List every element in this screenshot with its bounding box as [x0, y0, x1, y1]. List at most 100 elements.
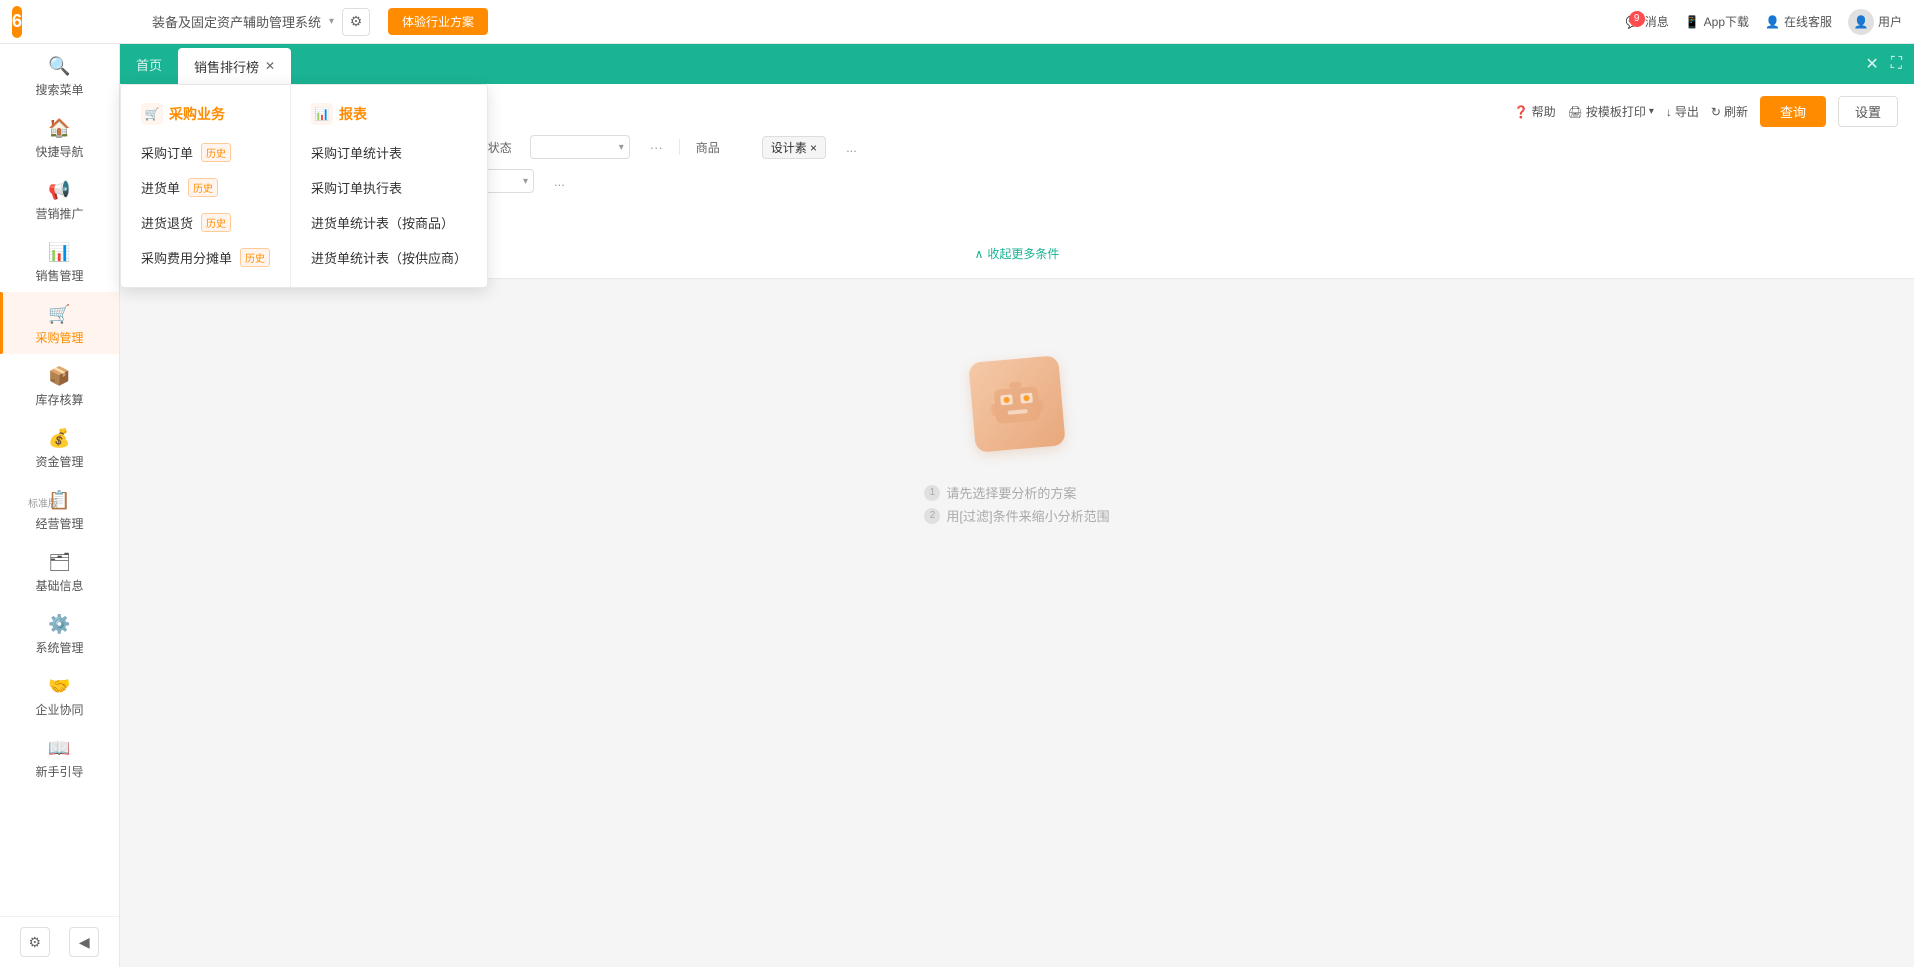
online-service-label: 在线客服: [1784, 13, 1832, 30]
dropdown-report-col: 📊 报表 采购订单统计表 采购订单执行表 进货单统计表（按商品） 进货单统计表（…: [291, 85, 487, 287]
print-btn[interactable]: 🖨 按模板打印 ▾: [1568, 103, 1654, 120]
refresh-icon: ↻: [1711, 105, 1721, 119]
system-name: 装备及固定资产辅助管理系统 ▾ ⚙ 体验行业方案: [132, 8, 1626, 36]
dropdown-arrow-icon[interactable]: ▾: [329, 16, 334, 27]
dropdown-report-title: 📊 报表: [291, 97, 487, 135]
app-download-label: App下载: [1704, 13, 1749, 30]
dropdown-item-incoming-stats-supplier[interactable]: 进货单统计表（按供应商）: [291, 240, 487, 275]
help-btn[interactable]: ❓ 帮助: [1514, 103, 1556, 120]
order-stats-label: 采购订单统计表: [311, 143, 402, 162]
system-icon: ⚙️: [48, 614, 70, 635]
sidebar-label-cooperation: 企业协同: [35, 701, 83, 718]
sidebar-label-guide: 新手引导: [35, 763, 83, 780]
settings-icon[interactable]: ⚙: [342, 8, 370, 36]
settings-btn[interactable]: 设置: [1838, 96, 1898, 127]
dropdown-item-expense[interactable]: 采购费用分摊单 历史: [121, 240, 290, 275]
empty-icon-wrap: [957, 359, 1077, 459]
logo-icon: 6: [12, 6, 22, 38]
sidebar-label-basic-info: 基础信息: [35, 577, 83, 594]
empty-state: 1 请先选择要分析的方案 2 用[过滤]条件来缩小分析范围: [120, 279, 1914, 609]
goods-tag: 设计素 ×: [762, 136, 826, 159]
print-icon: 🖨: [1568, 105, 1583, 119]
expense-label: 采购费用分摊单: [141, 248, 232, 267]
logo-area: 6 畅捷通好生意 标准版: [12, 0, 132, 511]
goods-dots[interactable]: ...: [846, 140, 857, 155]
industry-btn[interactable]: 体验行业方案: [388, 8, 488, 35]
history-badge-2: 历史: [188, 178, 218, 197]
dropdown-report-title-text: 报表: [339, 104, 367, 124]
tab-sales-rank-label: 销售排行榜: [194, 57, 259, 76]
sidebar-settings-btn[interactable]: ⚙: [20, 927, 50, 957]
dropdown-item-incoming-stats-goods[interactable]: 进货单统计表（按商品）: [291, 205, 487, 240]
doc-status-select[interactable]: [530, 135, 630, 159]
dropdown-item-order-stats[interactable]: 采购订单统计表: [291, 135, 487, 170]
export-label: 导出: [1675, 103, 1699, 120]
sidebar-item-cooperation[interactable]: 🤝 企业协同: [0, 664, 119, 726]
dropdown-purchase-title: 🛒 采购业务: [121, 97, 290, 135]
history-badge-4: 历史: [240, 248, 270, 267]
purchase-title-icon: 🛒: [141, 103, 163, 125]
history-badge-3: 历史: [201, 213, 231, 232]
dropdown-item-incoming[interactable]: 进货单 历史: [121, 170, 290, 205]
incoming-stats-goods-label: 进货单统计表（按商品）: [311, 213, 454, 232]
empty-line2: 用[过滤]条件来缩小分析范围: [946, 506, 1109, 525]
guide-icon: 📖: [48, 738, 70, 759]
top-header: 6 畅捷通好生意 标准版 装备及固定资产辅助管理系统 ▾ ⚙ 体验行业方案 💬 …: [0, 0, 1914, 44]
dropdown-item-purchase-order[interactable]: 采购订单 历史: [121, 135, 290, 170]
dropdown-item-return[interactable]: 进货退货 历史: [121, 205, 290, 240]
print-label: 按模板打印: [1586, 103, 1646, 120]
tab-close-icon[interactable]: ✕: [265, 59, 275, 73]
sidebar-label-operations: 经营管理: [35, 515, 83, 532]
print-dropdown-icon: ▾: [1649, 106, 1654, 117]
export-btn[interactable]: ↓ 导出: [1666, 103, 1699, 120]
messages-item[interactable]: 💬 9 消息: [1626, 13, 1669, 30]
toolbar-right: ❓ 帮助 🖨 按模板打印 ▾ ↓ 导出 ↻ 刷新: [1514, 96, 1898, 127]
tab-sales-rank[interactable]: 销售排行榜 ✕: [178, 48, 291, 84]
report-title-icon: 📊: [311, 103, 333, 125]
divider-2: [679, 139, 680, 155]
sidebar-label-system: 系统管理: [35, 639, 83, 656]
user-label: 用户: [1878, 13, 1902, 30]
sidebar-item-basic-info[interactable]: 🗂 基础信息: [0, 540, 119, 602]
order-exec-label: 采购订单执行表: [311, 178, 402, 197]
cooperation-icon: 🤝: [48, 676, 70, 697]
tab-bar-right: ✕ ⛶: [1861, 50, 1914, 78]
dropdown-menu: 🛒 采购业务 采购订单 历史 进货单 历史 进货退货 历史 采购费用分摊单 历史…: [120, 84, 488, 288]
doc-status-dots[interactable]: ···: [650, 140, 663, 155]
return-label: 进货退货: [141, 213, 193, 232]
sidebar-bottom: ⚙ ◀: [0, 916, 119, 967]
basic-info-icon: 🗂: [48, 552, 71, 573]
phone-icon: 📱: [1685, 15, 1700, 29]
dropdown-purchase-col: 🛒 采购业务 采购订单 历史 进货单 历史 进货退货 历史 采购费用分摊单 历史: [121, 85, 291, 287]
sidebar-item-guide[interactable]: 📖 新手引导: [0, 726, 119, 788]
export-icon: ↓: [1666, 105, 1672, 119]
empty-dot-1: 1: [924, 485, 940, 501]
goods-tag-text: 设计素 ×: [771, 139, 817, 156]
query-btn[interactable]: 查询: [1760, 96, 1826, 127]
header-right: 💬 9 消息 📱 App下载 👤 在线客服 👤 用户: [1626, 9, 1902, 35]
collapse-label: 收起更多条件: [987, 245, 1059, 262]
messages-badge-wrap: 💬 9: [1626, 15, 1641, 29]
help-label: 帮助: [1532, 103, 1556, 120]
user-item[interactable]: 👤 用户: [1848, 9, 1902, 35]
messages-label: 消息: [1645, 13, 1669, 30]
salesperson-dots[interactable]: ...: [554, 174, 565, 189]
sidebar-collapse-btn[interactable]: ◀: [69, 927, 99, 957]
empty-dot-2: 2: [924, 508, 940, 524]
tab-expand-icon[interactable]: ⛶: [1887, 51, 1906, 77]
empty-line1: 请先选择要分析的方案: [946, 483, 1076, 502]
refresh-label: 刷新: [1724, 103, 1748, 120]
dropdown-purchase-title-text: 采购业务: [169, 104, 225, 124]
app-download-item[interactable]: 📱 App下载: [1685, 13, 1749, 30]
sidebar-item-system[interactable]: ⚙️ 系统管理: [0, 602, 119, 664]
tab-bar: 首页 销售排行榜 ✕ ✕ ⛶: [120, 44, 1914, 84]
refresh-btn[interactable]: ↻ 刷新: [1711, 103, 1748, 120]
dropdown-item-order-exec[interactable]: 采购订单执行表: [291, 170, 487, 205]
goods-label: 商品: [696, 139, 746, 156]
active-indicator: [0, 292, 3, 354]
empty-robot-icon: [968, 355, 1066, 453]
user-avatar: 👤: [1848, 9, 1874, 35]
tab-window-close-icon[interactable]: ✕: [1861, 50, 1882, 78]
incoming-label: 进货单: [141, 178, 180, 197]
online-service-item[interactable]: 👤 在线客服: [1765, 13, 1832, 30]
